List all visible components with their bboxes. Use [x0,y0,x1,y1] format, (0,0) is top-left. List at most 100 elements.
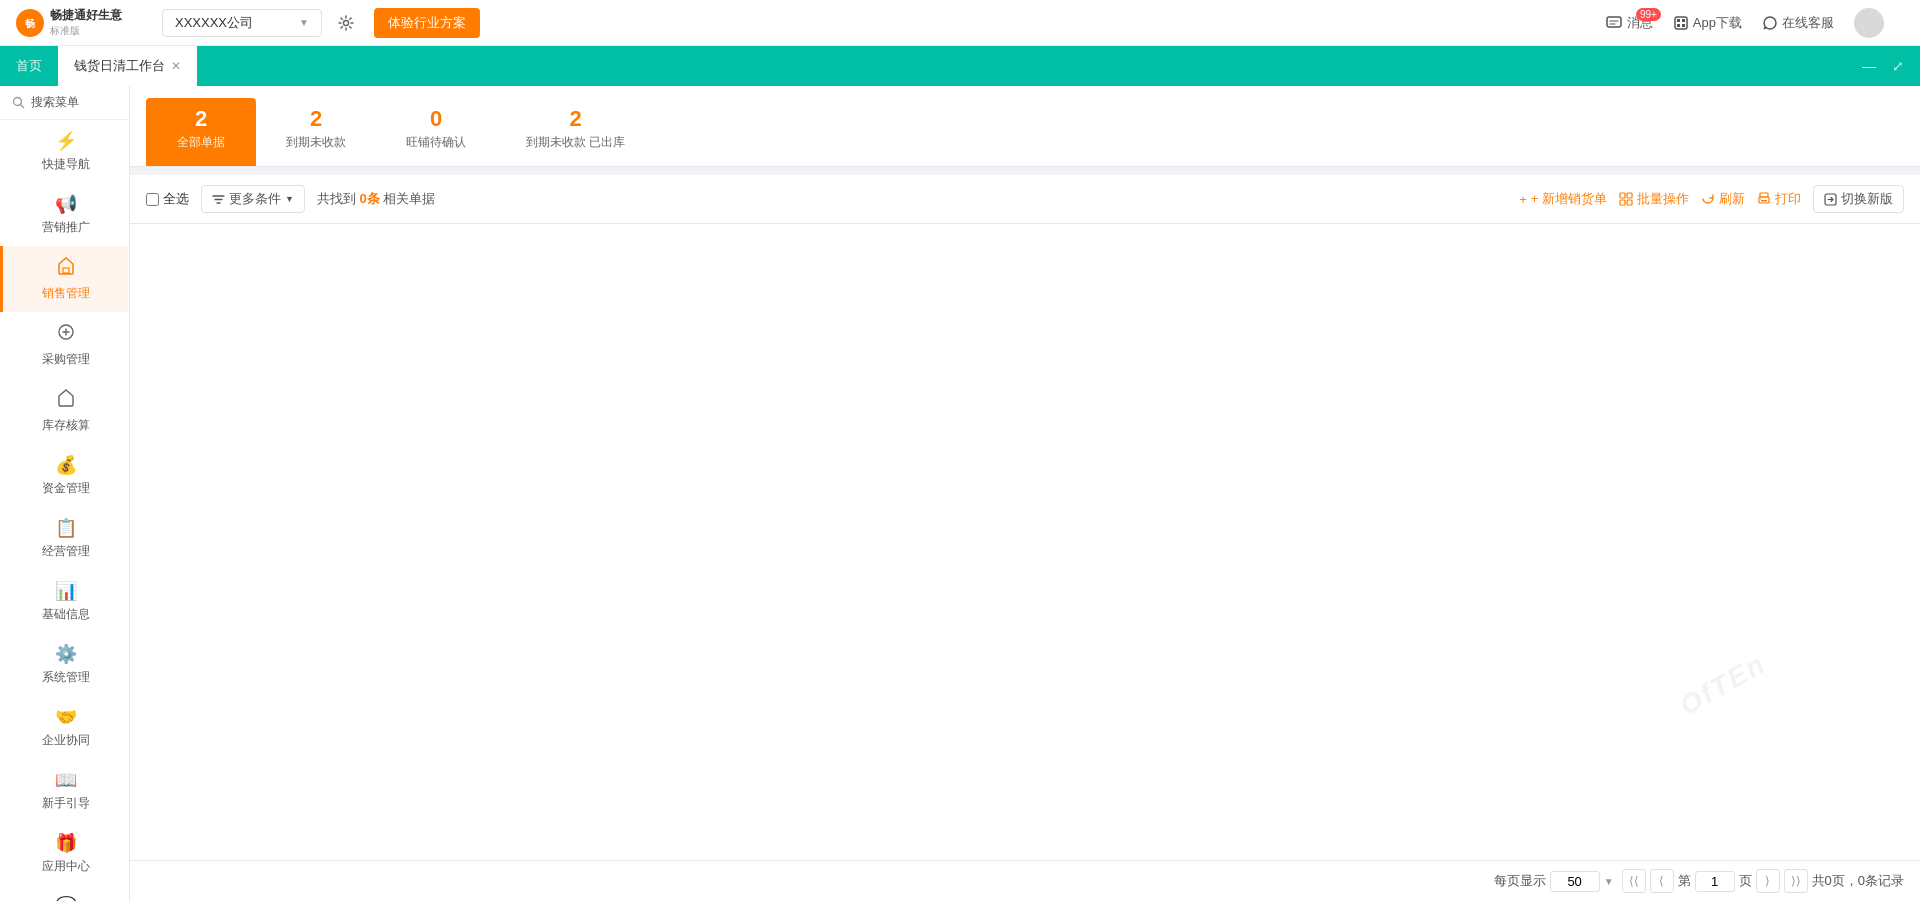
company-name: XXXXXX公司 [175,14,253,32]
logo-area: 畅 畅捷通好生意 标准版 [16,7,146,38]
found-count: 0条 [360,191,380,206]
stat-tab-shipped[interactable]: 2 到期未收款 已出库 [496,98,655,166]
app-download-item[interactable]: App下载 [1673,14,1742,32]
svg-rect-10 [63,268,69,273]
page-nav: ⟨⟨ ⟨ 第 页 ⟩ ⟩⟩ 共0页，0条记录 [1622,869,1904,893]
stat-count-all: 2 [176,106,226,132]
sidebar-item-guide[interactable]: 📖 新手引导 [0,759,129,822]
tab-bar: 首页 钱货日清工作台 ✕ — ⤢ [0,46,1920,86]
sidebar-item-quick-nav[interactable]: ⚡ 快捷导航 [0,120,129,183]
svg-rect-5 [1677,19,1680,22]
basic-info-icon: 📊 [55,580,77,602]
stat-tab-pending[interactable]: 0 旺铺待确认 [376,98,496,166]
svg-rect-8 [1682,24,1685,27]
stat-label-pending: 旺铺待确认 [406,134,466,151]
sidebar-search[interactable]: 搜索菜单 [0,86,129,120]
online-service-item[interactable]: 在线客服 [1762,14,1834,32]
header-right: 消息 99+ App下载 在线客服 [1605,8,1904,38]
purchase-icon [56,322,76,347]
switch-button[interactable]: 切换新版 [1813,185,1904,213]
stat-tab-all[interactable]: 2 全部单据 [146,98,256,166]
first-page-button[interactable]: ⟨⟨ [1622,869,1646,893]
chevron-down-icon[interactable]: ▼ [1604,876,1614,887]
last-page-button[interactable]: ⟩⟩ [1784,869,1808,893]
trial-button[interactable]: 体验行业方案 [374,8,480,38]
sidebar: 搜索菜单 ⚡ 快捷导航 📢 营销推广 销售管理 [0,86,130,901]
sidebar-item-marketing[interactable]: 📢 营销推广 [0,183,129,246]
tab-expand-icon[interactable]: ⤢ [1884,54,1912,78]
svg-text:畅: 畅 [25,18,35,29]
main-layout: 搜索菜单 ⚡ 快捷导航 📢 营销推广 销售管理 [0,86,1920,901]
switch-label: 切换新版 [1841,190,1893,208]
sidebar-item-label: 资金管理 [42,480,90,497]
tab-close-icon[interactable]: ✕ [171,59,181,73]
avatar[interactable] [1854,8,1884,38]
sidebar-item-system[interactable]: ⚙️ 系统管理 [0,633,129,696]
sidebar-item-label: 应用中心 [42,858,90,875]
sidebar-item-finance[interactable]: 💰 资金管理 [0,444,129,507]
per-page-label: 每页显示 [1494,872,1546,890]
stat-label-shipped: 到期未收款 已出库 [526,134,625,151]
filter-chevron-icon: ▼ [285,194,294,204]
page-label: 第 [1678,872,1691,890]
page-suffix: 页 [1739,872,1752,890]
content-area: 2 全部单据 2 到期未收款 0 旺铺待确认 2 到期未收款 已出库 全选 [130,86,1920,901]
online-service-label: 在线客服 [1782,14,1834,32]
page-size-select: 每页显示 ▼ [1494,871,1614,892]
settings-icon[interactable] [330,7,362,39]
message-item[interactable]: 消息 99+ [1605,14,1653,32]
refresh-label: 刷新 [1719,190,1745,208]
svg-rect-18 [1761,200,1767,202]
svg-rect-13 [1627,193,1632,198]
svg-rect-16 [1760,193,1768,197]
pagination: 每页显示 ▼ ⟨⟨ ⟨ 第 页 ⟩ ⟩⟩ 共0页，0条记录 [130,860,1920,901]
page-num-input[interactable] [1695,871,1735,892]
refresh-button[interactable]: 刷新 [1701,190,1745,208]
svg-rect-3 [1607,17,1621,27]
tab-minimize-icon[interactable]: — [1854,54,1884,78]
print-button[interactable]: 打印 [1757,190,1801,208]
add-icon: + [1519,192,1527,207]
svg-rect-15 [1627,200,1632,205]
stat-count-shipped: 2 [526,106,625,132]
finance-icon: 💰 [55,454,77,476]
guide-icon: 📖 [55,769,77,791]
sales-icon [56,256,76,281]
tab-home[interactable]: 首页 [0,46,58,86]
select-all-checkbox[interactable] [146,193,159,206]
sidebar-item-sales[interactable]: 销售管理 [0,246,129,312]
per-page-input[interactable] [1550,871,1600,892]
next-page-button[interactable]: ⟩ [1756,869,1780,893]
tab-work-label: 钱货日清工作台 [74,57,165,75]
stat-label-all: 全部单据 [176,134,226,151]
sidebar-item-label: 采购管理 [42,351,90,368]
found-prefix: 共找到 [317,191,356,206]
select-all-container[interactable]: 全选 [146,190,189,208]
stat-tab-overdue[interactable]: 2 到期未收款 [256,98,376,166]
stats-tabs: 2 全部单据 2 到期未收款 0 旺铺待确认 2 到期未收款 已出库 [130,86,1920,167]
company-selector[interactable]: XXXXXX公司 ▼ [162,9,322,37]
wechat-icon: 💬 [55,895,77,901]
tab-home-label: 首页 [16,57,42,75]
sidebar-item-inventory[interactable]: 库存核算 [0,378,129,444]
logo-text: 畅捷通好生意 标准版 [50,7,122,38]
sidebar-item-basic-info[interactable]: 📊 基础信息 [0,570,129,633]
sidebar-item-label: 销售管理 [42,285,90,302]
sidebar-item-purchase[interactable]: 采购管理 [0,312,129,378]
batch-button[interactable]: 批量操作 [1619,190,1689,208]
filter-button[interactable]: 更多条件 ▼ [201,185,305,213]
sidebar-item-app-center[interactable]: 🎁 应用中心 [0,822,129,885]
svg-rect-6 [1682,19,1685,22]
add-sale-button[interactable]: + + 新增销货单 [1519,190,1607,208]
found-text: 共找到 0条 相关单据 [317,190,435,208]
print-label: 打印 [1775,190,1801,208]
prev-page-button[interactable]: ⟨ [1650,869,1674,893]
svg-rect-14 [1620,200,1625,205]
sidebar-item-enterprise[interactable]: 🤝 企业协同 [0,696,129,759]
sidebar-item-label: 库存核算 [42,417,90,434]
quick-nav-icon: ⚡ [55,130,77,152]
tab-work[interactable]: 钱货日清工作台 ✕ [58,46,197,86]
sidebar-item-operation[interactable]: 📋 经营管理 [0,507,129,570]
filter-label: 更多条件 [229,190,281,208]
sidebar-item-wechat[interactable]: 💬 企业微信 [0,885,129,901]
